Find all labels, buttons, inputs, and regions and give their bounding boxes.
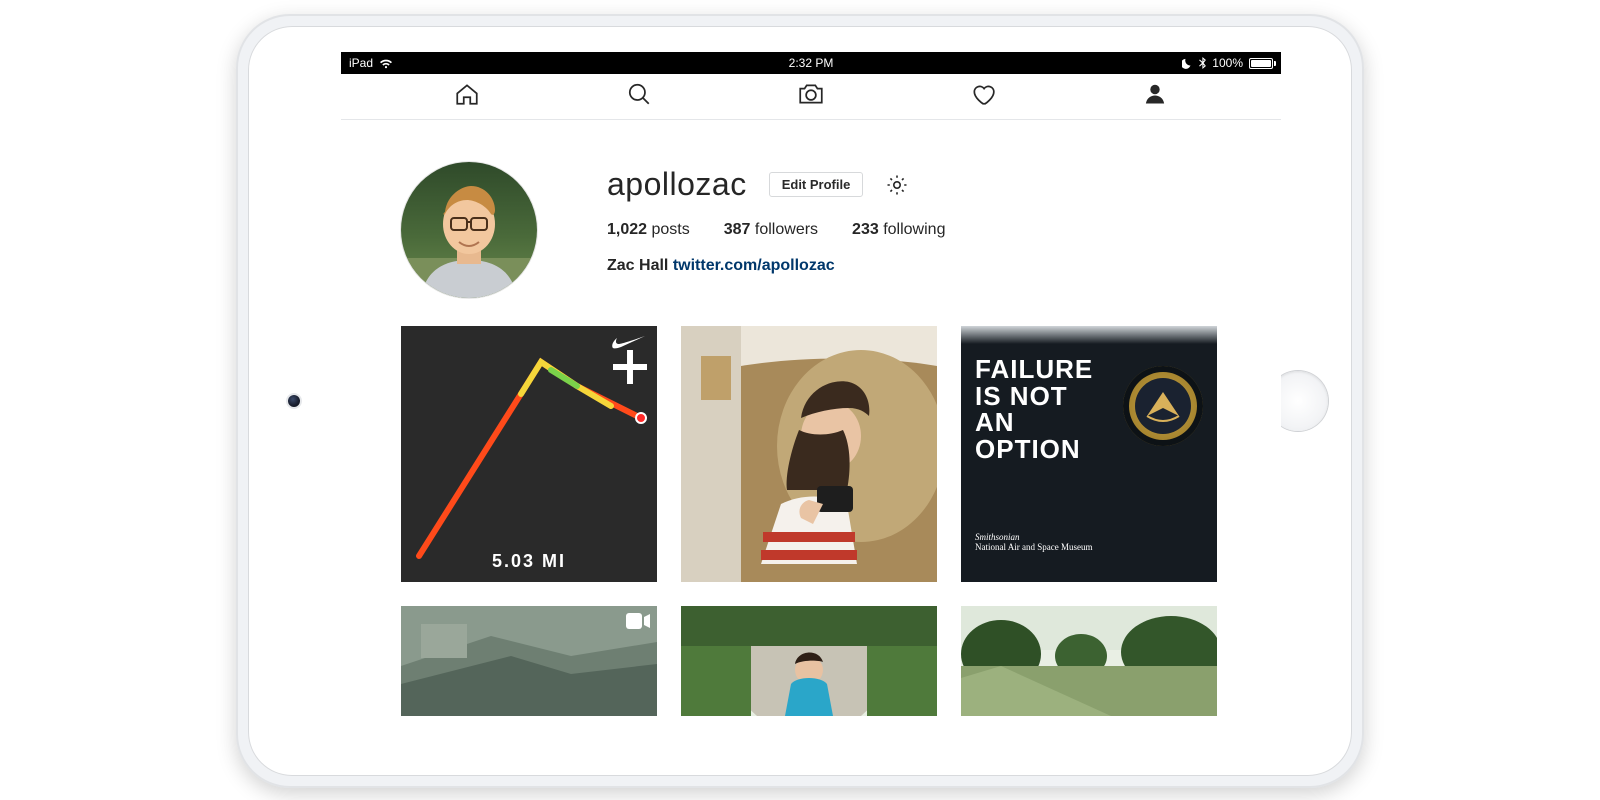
edit-profile-button[interactable]: Edit Profile [769,172,864,197]
top-nav [341,74,1281,120]
search-icon [626,81,652,112]
post-tile-6[interactable] [961,606,1217,716]
camera-tab[interactable] [793,79,829,115]
followers-stat[interactable]: 387 followers [724,221,818,239]
device-label: iPad [349,56,373,70]
avatar[interactable] [401,162,537,298]
post-grid: 5.03 MI [341,326,1281,582]
post-tile-1[interactable]: 5.03 MI [401,326,657,582]
apollo-patch-icon [1123,366,1203,446]
post-tile-5[interactable] [681,606,937,716]
activity-tab[interactable] [965,79,1001,115]
photo-child-path [681,606,937,716]
bio-link[interactable]: twitter.com/apollozac [673,257,835,274]
run-distance: 5.03 MI [492,551,566,572]
following-stat[interactable]: 233 following [852,221,945,239]
profile-content[interactable]: apollozac Edit Profile [341,120,1281,774]
post-tile-3[interactable]: FAILURE IS NOT AN OPTION [961,326,1217,582]
avatar-image [401,162,537,298]
profile-tab[interactable] [1137,79,1173,115]
do-not-disturb-icon [1182,58,1193,69]
nike-logo-icon [611,336,645,384]
display-name: Zac Hall [607,257,668,274]
stats-row: 1,022 posts 387 followers 233 following [607,221,1221,239]
wifi-icon [379,58,393,69]
search-tab[interactable] [621,79,657,115]
heart-icon [970,81,996,112]
book-subtitle: Smithsonian National Air and Space Museu… [975,532,1092,552]
profile-header: apollozac Edit Profile [341,120,1281,326]
ipad-frame: iPad 2:32 PM 100% [236,14,1364,788]
home-tab[interactable] [449,79,485,115]
glare [961,326,1217,344]
posts-stat[interactable]: 1,022 posts [607,221,690,239]
ipad-bezel: iPad 2:32 PM 100% [248,26,1352,776]
camera-icon [797,81,825,112]
battery-percent: 100% [1212,56,1243,70]
gear-icon [885,184,909,201]
screen: iPad 2:32 PM 100% [341,52,1281,774]
battery-icon [1249,58,1273,69]
post-tile-2[interactable] [681,326,937,582]
front-camera [288,395,300,407]
photo-child-couch [681,326,937,582]
photo-park [961,606,1217,716]
status-bar: iPad 2:32 PM 100% [341,52,1281,74]
book-title: FAILURE IS NOT AN OPTION [975,356,1093,462]
settings-button[interactable] [885,173,909,197]
post-grid-row-2 [341,582,1281,716]
video-badge-icon [625,612,651,635]
profile-icon [1143,82,1167,111]
home-icon [454,81,480,112]
bluetooth-icon [1199,57,1206,69]
username: apollozac [607,166,747,203]
bio: Zac Hall twitter.com/apollozac [607,257,1221,275]
photo-aerial [401,606,657,716]
clock: 2:32 PM [789,56,834,70]
post-tile-4[interactable] [401,606,657,716]
